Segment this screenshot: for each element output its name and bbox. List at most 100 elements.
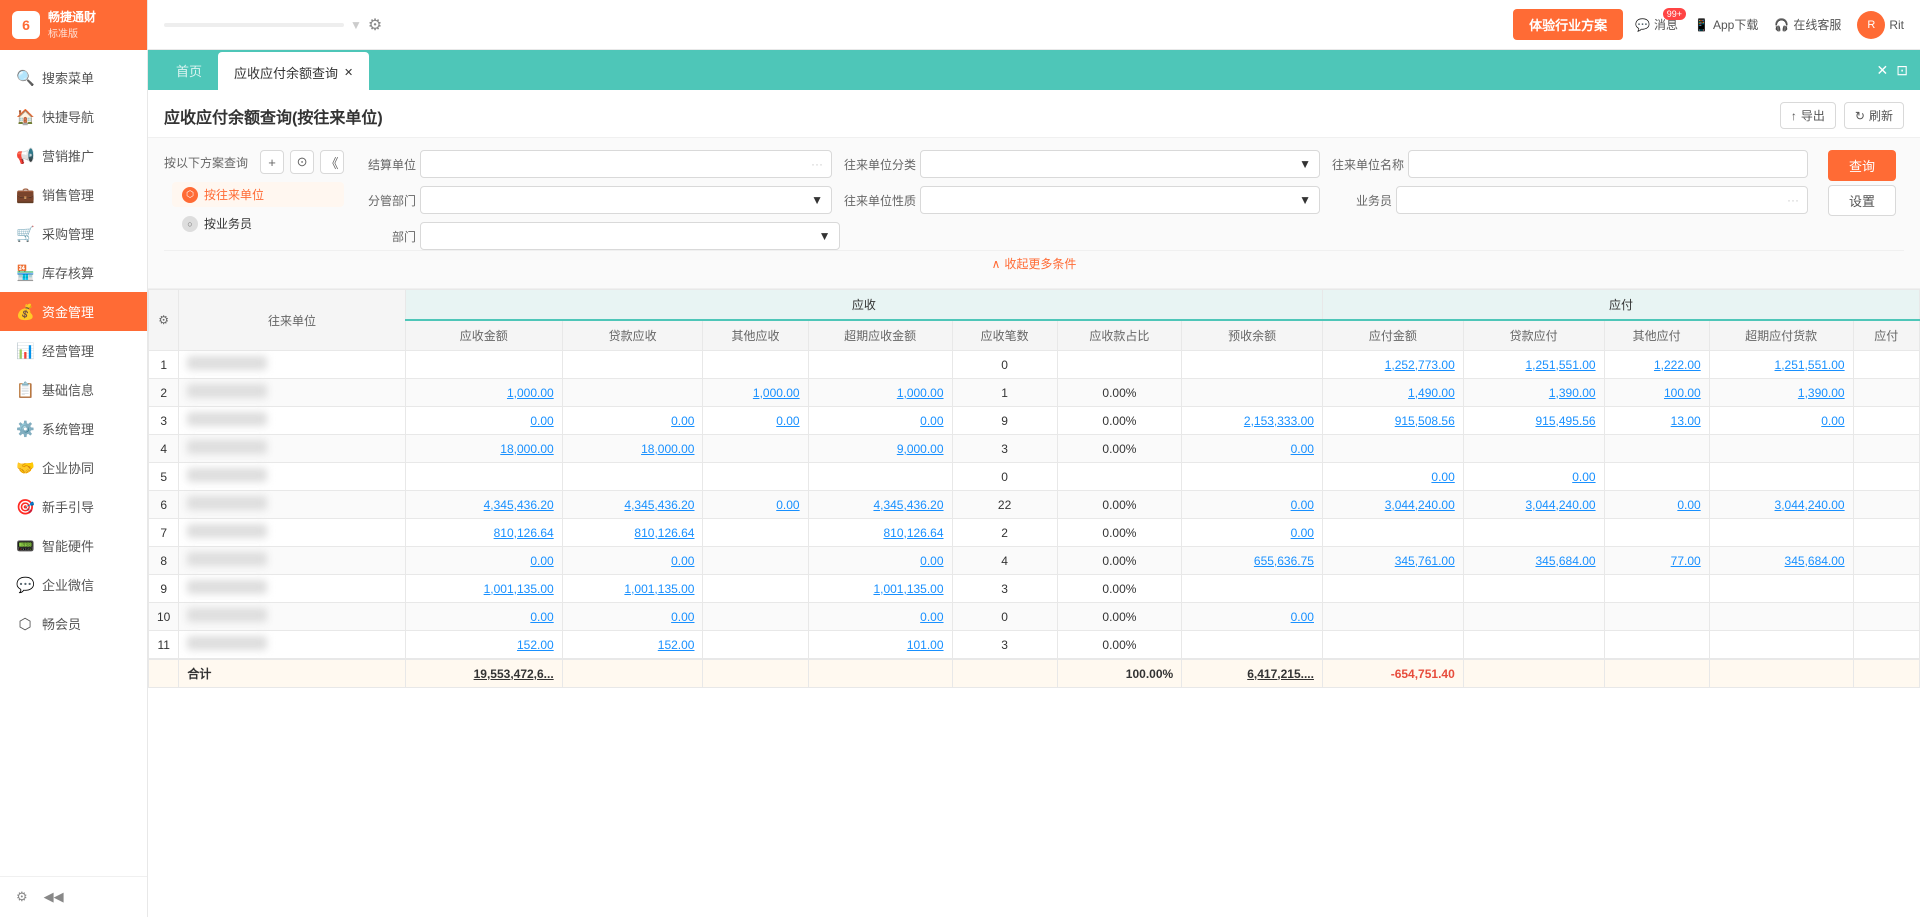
tab-close-icon[interactable]: ✕	[344, 66, 353, 79]
gear-icon[interactable]: ⚙	[368, 15, 382, 35]
row-ar-amount[interactable]: 18,000.00	[405, 435, 562, 463]
row-ar-amount[interactable]: 4,345,436.20	[405, 491, 562, 519]
table-area[interactable]: ⚙ 往来单位 应收 应付 应收金额 贷款应收 其他应收 超期应收金额 应收笔数 …	[148, 289, 1920, 917]
refresh-button[interactable]: ↻ 刷新	[1844, 102, 1904, 129]
app-download-btn[interactable]: 📱 App下载	[1694, 16, 1758, 33]
unit-category-input[interactable]: ▼	[920, 150, 1320, 178]
close-window-icon[interactable]: ✕	[1877, 62, 1889, 79]
row-ap-other[interactable]: 100.00	[1604, 379, 1709, 407]
row-ar-loan[interactable]: 0.00	[562, 603, 703, 631]
unit-nature-input[interactable]: ▼	[920, 186, 1320, 214]
filter-option-by-unit[interactable]: ⬡ 按往来单位	[172, 182, 344, 207]
tab-ar-ap[interactable]: 应收应付余额查询 ✕	[218, 52, 369, 92]
row-ar-other[interactable]: 1,000.00	[703, 379, 808, 407]
sidebar-item-inventory[interactable]: 🏪 库存核算	[0, 253, 147, 292]
row-ap-other[interactable]: 77.00	[1604, 547, 1709, 575]
row-ar-other[interactable]: 0.00	[703, 491, 808, 519]
row-ap-overdue[interactable]: 0.00	[1709, 407, 1853, 435]
row-ar-overdue[interactable]: 101.00	[808, 631, 952, 660]
sidebar-item-enterprise[interactable]: 🤝 企业协同	[0, 448, 147, 487]
sidebar-item-finance[interactable]: 💰 资金管理	[0, 292, 147, 331]
row-ar-other[interactable]: 0.00	[703, 407, 808, 435]
promo-button[interactable]: 体验行业方案	[1513, 9, 1623, 40]
row-ar-prepaid[interactable]: 0.00	[1182, 603, 1323, 631]
row-ap-amount[interactable]: 345,761.00	[1322, 547, 1463, 575]
unit-name-input[interactable]	[1408, 150, 1808, 178]
row-ar-overdue[interactable]: 4,345,436.20	[808, 491, 952, 519]
row-ap-overdue[interactable]: 345,684.00	[1709, 547, 1853, 575]
row-ar-overdue[interactable]: 1,000.00	[808, 379, 952, 407]
dept-input[interactable]: ▼	[420, 186, 832, 214]
row-ar-prepaid[interactable]: 0.00	[1182, 435, 1323, 463]
row-ar-loan[interactable]: 18,000.00	[562, 435, 703, 463]
sidebar-item-wechat[interactable]: 💬 企业微信	[0, 565, 147, 604]
row-ap-loan[interactable]: 0.00	[1463, 463, 1604, 491]
row-ar-amount[interactable]: 1,000.00	[405, 379, 562, 407]
expand-icon[interactable]: ⊡	[1896, 62, 1908, 79]
row-ar-amount[interactable]: 152.00	[405, 631, 562, 660]
row-ar-amount[interactable]: 0.00	[405, 547, 562, 575]
messages-btn[interactable]: 💬 消息 99+	[1635, 16, 1678, 33]
collapse-scheme-btn[interactable]: 《	[320, 150, 344, 174]
sidebar-item-hardware[interactable]: 📟 智能硬件	[0, 526, 147, 565]
row-ar-loan[interactable]: 0.00	[562, 547, 703, 575]
row-ap-other[interactable]: 0.00	[1604, 491, 1709, 519]
row-ar-overdue[interactable]: 0.00	[808, 407, 952, 435]
sidebar-item-system[interactable]: ⚙️ 系统管理	[0, 409, 147, 448]
copy-scheme-btn[interactable]: ⊙	[290, 150, 314, 174]
export-button[interactable]: ↑ 导出	[1780, 102, 1836, 129]
row-ap-loan[interactable]: 915,495.56	[1463, 407, 1604, 435]
settings-bottom-btn[interactable]: ⚙	[16, 889, 28, 905]
footer-ar-amount[interactable]: 19,553,472,6...	[405, 659, 562, 688]
row-ar-loan[interactable]: 0.00	[562, 407, 703, 435]
sidebar-item-marketing[interactable]: 📢 营销推广	[0, 136, 147, 175]
row-ar-overdue[interactable]: 810,126.64	[808, 519, 952, 547]
row-ap-loan[interactable]: 3,044,240.00	[1463, 491, 1604, 519]
row-ap-amount[interactable]: 1,490.00	[1322, 379, 1463, 407]
sidebar-item-member[interactable]: ⬡ 畅会员	[0, 604, 147, 643]
row-ar-overdue[interactable]: 1,001,135.00	[808, 575, 952, 603]
row-ar-loan[interactable]: 1,001,135.00	[562, 575, 703, 603]
row-ap-overdue[interactable]: 1,390.00	[1709, 379, 1853, 407]
sidebar-item-basic-info[interactable]: 📋 基础信息	[0, 370, 147, 409]
department-input[interactable]: ▼	[420, 222, 840, 250]
row-ar-prepaid[interactable]: 655,636.75	[1182, 547, 1323, 575]
sidebar-item-guide[interactable]: 🎯 新手引导	[0, 487, 147, 526]
salesman-input[interactable]: ···	[1396, 186, 1808, 214]
row-ar-prepaid[interactable]: 0.00	[1182, 519, 1323, 547]
user-avatar[interactable]: R Rit	[1857, 11, 1904, 39]
row-ar-prepaid[interactable]: 0.00	[1182, 491, 1323, 519]
row-ap-loan[interactable]: 345,684.00	[1463, 547, 1604, 575]
sidebar-item-search-menu[interactable]: 🔍 搜索菜单	[0, 58, 147, 97]
tab-home[interactable]: 首页	[160, 50, 218, 90]
row-ar-overdue[interactable]: 9,000.00	[808, 435, 952, 463]
row-ap-amount[interactable]: 3,044,240.00	[1322, 491, 1463, 519]
settlement-unit-input[interactable]: ···	[420, 150, 832, 178]
collapse-more-btn[interactable]: ∧ 收起更多条件	[164, 250, 1904, 276]
online-service-btn[interactable]: 🎧 在线客服	[1774, 16, 1841, 33]
row-ar-loan[interactable]: 810,126.64	[562, 519, 703, 547]
footer-ar-prepaid[interactable]: 6,417,215....	[1182, 659, 1323, 688]
row-ap-loan[interactable]: 1,251,551.00	[1463, 351, 1604, 379]
row-ar-amount[interactable]: 0.00	[405, 407, 562, 435]
row-ap-overdue[interactable]: 3,044,240.00	[1709, 491, 1853, 519]
row-ar-amount[interactable]: 1,001,135.00	[405, 575, 562, 603]
row-ar-prepaid[interactable]: 2,153,333.00	[1182, 407, 1323, 435]
row-ar-loan[interactable]: 4,345,436.20	[562, 491, 703, 519]
sidebar-item-quick-nav[interactable]: 🏠 快捷导航	[0, 97, 147, 136]
row-ar-amount[interactable]: 810,126.64	[405, 519, 562, 547]
row-ar-amount[interactable]: 0.00	[405, 603, 562, 631]
query-button[interactable]: 查询	[1828, 150, 1896, 181]
collapse-sidebar-btn[interactable]: ◀◀	[44, 889, 64, 905]
setting-button[interactable]: 设置	[1828, 185, 1896, 216]
row-ap-other[interactable]: 13.00	[1604, 407, 1709, 435]
row-ar-overdue[interactable]: 0.00	[808, 603, 952, 631]
filter-option-by-staff[interactable]: ○ 按业务员	[172, 211, 344, 236]
row-ap-other[interactable]: 1,222.00	[1604, 351, 1709, 379]
add-scheme-btn[interactable]: +	[260, 150, 284, 174]
sidebar-item-operations[interactable]: 📊 经营管理	[0, 331, 147, 370]
row-ar-loan[interactable]: 152.00	[562, 631, 703, 660]
row-ap-amount[interactable]: 915,508.56	[1322, 407, 1463, 435]
row-ap-amount[interactable]: 1,252,773.00	[1322, 351, 1463, 379]
row-ar-overdue[interactable]: 0.00	[808, 547, 952, 575]
